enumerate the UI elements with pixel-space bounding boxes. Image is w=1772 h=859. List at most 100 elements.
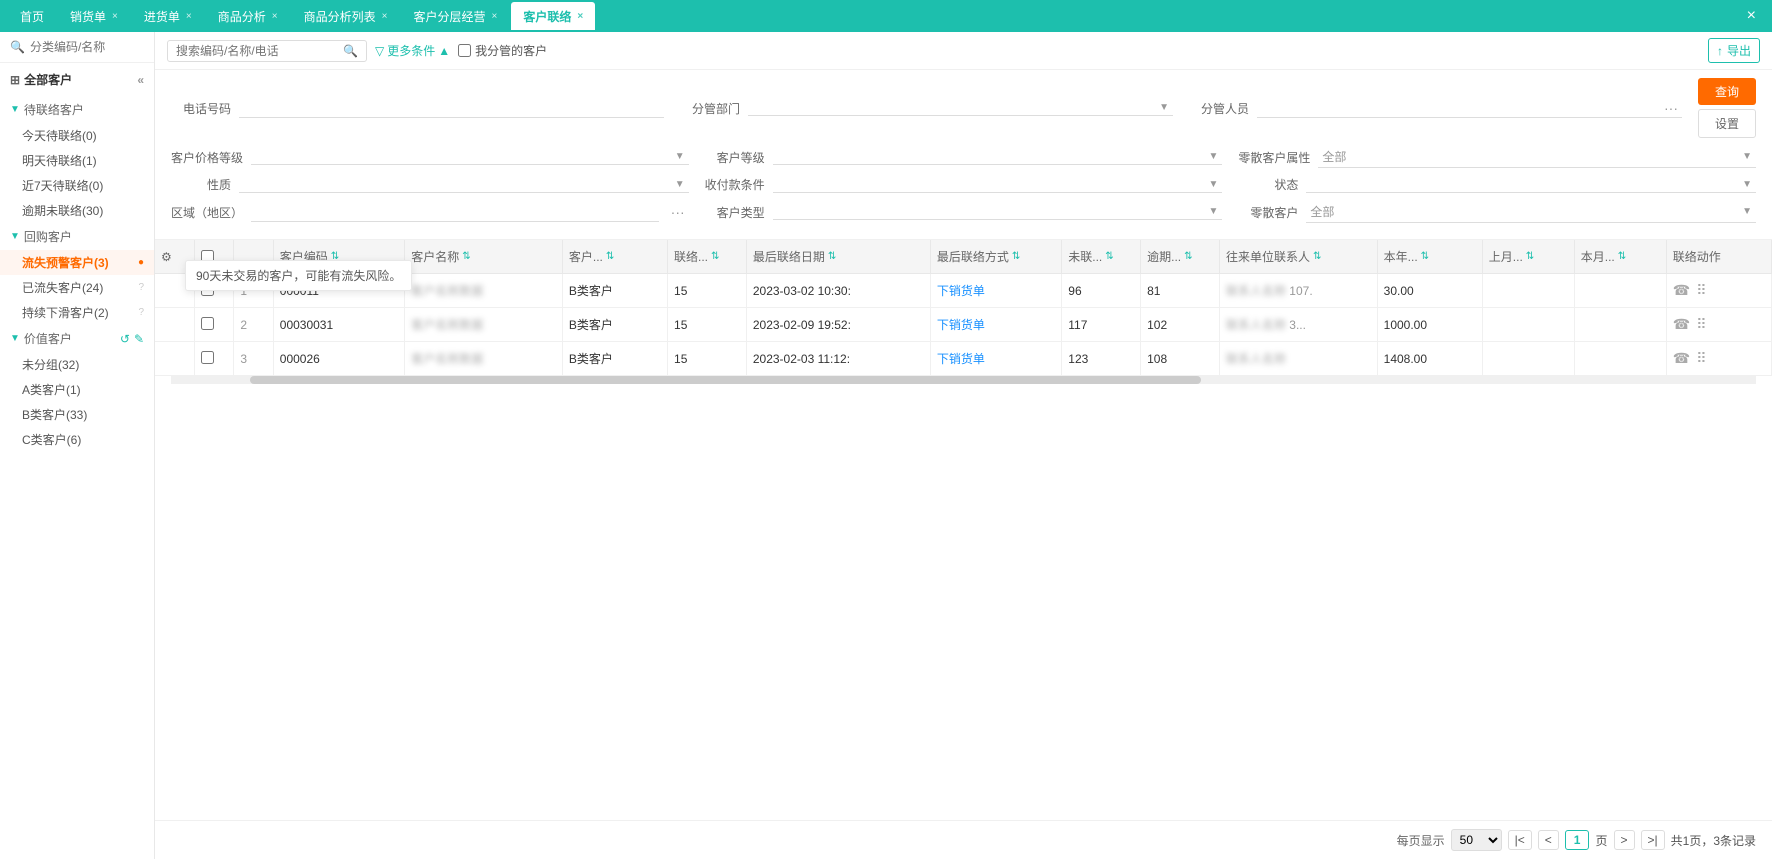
col-last-contact-method[interactable]: 最后联络方式⇅ <box>930 240 1061 274</box>
more-action-icon-2[interactable]: ⠿ <box>1696 350 1706 367</box>
my-customers-checkbox[interactable] <box>458 44 471 57</box>
contact-icon-2[interactable]: ☎ <box>1673 350 1690 367</box>
tab-product-list[interactable]: 商品分析列表 × <box>292 2 400 30</box>
sidebar-item-unclassified[interactable]: 未分组(32) <box>0 352 154 377</box>
sidebar: 🔍 ⊞ 全部客户 « ▼ 待联络客户 今天待联络(0) 明天待联络(1) 近7天… <box>0 32 155 859</box>
more-action-icon-0[interactable]: ⠿ <box>1696 282 1706 299</box>
tab-product-analysis-close[interactable]: × <box>272 11 278 22</box>
filter-more-btn[interactable]: ▽ 更多条件 ▲ <box>375 42 450 59</box>
tab-product-analysis[interactable]: 商品分析 × <box>206 2 290 30</box>
cell-checkbox-2[interactable] <box>194 342 233 376</box>
sidebar-item-lost[interactable]: 已流失客户(24) ? <box>0 275 154 300</box>
sidebar-group-pending[interactable]: ▼ 待联络客户 <box>0 96 154 123</box>
tab-customer-contact[interactable]: 客户联络 × <box>511 2 595 30</box>
row-checkbox-1[interactable] <box>201 317 214 330</box>
sidebar-item-week[interactable]: 近7天待联络(0) <box>0 173 154 198</box>
cell-action-0[interactable]: ☎ ⠿ <box>1666 274 1771 308</box>
contact-icon-1[interactable]: ☎ <box>1673 316 1690 333</box>
sidebar-search-input[interactable] <box>30 40 144 54</box>
col-contact[interactable]: 联络...⇅ <box>668 240 747 274</box>
page-prev-btn[interactable]: < <box>1538 830 1559 850</box>
page-last-btn[interactable]: >| <box>1641 830 1665 850</box>
cell-checkbox-1[interactable] <box>194 308 233 342</box>
sidebar-group-lost[interactable]: ▼ 回购客户 <box>0 223 154 250</box>
edit-icon[interactable]: ✎ <box>134 332 144 346</box>
tab-purchase-close[interactable]: × <box>186 11 192 22</box>
tab-home[interactable]: 首页 <box>8 2 56 30</box>
export-button[interactable]: ↑ 导出 <box>1708 38 1760 63</box>
col-this-month[interactable]: 本月...⇅ <box>1574 240 1666 274</box>
current-page-display: 1 <box>1565 830 1590 850</box>
cell-unit-contact-1: 联系人名称 3... <box>1219 308 1377 342</box>
filter-select-payment[interactable]: ▼ <box>773 177 1223 193</box>
tab-bar-close[interactable]: × <box>1739 7 1764 25</box>
more-icon-region[interactable]: ··· <box>667 204 689 220</box>
settings-button[interactable]: 设置 <box>1698 109 1756 138</box>
col-this-year[interactable]: 本年...⇅ <box>1377 240 1482 274</box>
sidebar-collapse-icon[interactable]: « <box>137 73 144 87</box>
tab-customer-contact-close[interactable]: × <box>577 11 583 22</box>
filter-select-nature[interactable]: ▼ <box>239 177 689 193</box>
col-name[interactable]: 客户名称⇅ <box>405 240 563 274</box>
cell-this-month-2 <box>1574 342 1666 376</box>
tab-sales-close[interactable]: × <box>112 11 118 22</box>
filter-input-phone[interactable] <box>239 99 664 118</box>
col-overdue[interactable]: 逾期...⇅ <box>1141 240 1220 274</box>
cell-method-1[interactable]: 下销货单 <box>930 308 1061 342</box>
col-unit-contact[interactable]: 往来单位联系人⇅ <box>1219 240 1377 274</box>
filter-select-retail-customer[interactable]: 全部 ▼ <box>1306 201 1756 223</box>
filter-search-input[interactable] <box>176 44 343 58</box>
filter-select-customer-level[interactable]: ▼ <box>773 149 1223 165</box>
filter-input-region[interactable] <box>251 203 659 222</box>
filter-select-retail-attr[interactable]: 全部 ▼ <box>1318 146 1756 168</box>
more-action-icon-1[interactable]: ⠿ <box>1696 316 1706 333</box>
tab-customer-tier[interactable]: 客户分层经营 × <box>401 2 509 30</box>
page-size-select[interactable]: 50 20 100 <box>1451 829 1502 851</box>
sidebar-item-class-a[interactable]: A类客户(1) <box>0 377 154 402</box>
cell-action-2[interactable]: ☎ ⠿ <box>1666 342 1771 376</box>
contact-method-link-2[interactable]: 下销货单 <box>937 352 985 366</box>
filter-label-region: 区域（地区） <box>171 204 243 221</box>
row-checkbox-2[interactable] <box>201 351 214 364</box>
tab-customer-tier-close[interactable]: × <box>491 11 497 22</box>
horizontal-scrollbar[interactable] <box>171 376 1756 384</box>
tab-purchase[interactable]: 进货单 × <box>132 2 204 30</box>
refresh-icon[interactable]: ↺ <box>120 332 130 346</box>
filter-select-status[interactable]: ▼ <box>1306 177 1756 193</box>
data-table-container: ⚙ 客户编码⇅ 客户名称⇅ 客户...⇅ <box>155 240 1772 820</box>
sidebar-item-class-c[interactable]: C类客户(6) <box>0 427 154 452</box>
tab-product-list-close[interactable]: × <box>382 11 388 22</box>
col-uncontacted[interactable]: 未联...⇅ <box>1062 240 1141 274</box>
cell-method-0[interactable]: 下销货单 <box>930 274 1061 308</box>
contact-method-link-0[interactable]: 下销货单 <box>937 284 985 298</box>
col-type[interactable]: 客户...⇅ <box>562 240 667 274</box>
col-last-contact-date[interactable]: 最后联络日期⇅ <box>746 240 930 274</box>
horizontal-scrollbar-thumb[interactable] <box>250 376 1201 384</box>
page-next-btn[interactable]: > <box>1614 830 1635 850</box>
col-last-month[interactable]: 上月...⇅ <box>1482 240 1574 274</box>
tab-sales[interactable]: 销货单 × <box>58 2 130 30</box>
cell-method-2[interactable]: 下销货单 <box>930 342 1061 376</box>
sidebar-item-overdue[interactable]: 逾期未联络(30) <box>0 198 154 223</box>
cell-action-1[interactable]: ☎ ⠿ <box>1666 308 1771 342</box>
sidebar-all-customers[interactable]: ⊞ 全部客户 « <box>0 63 154 96</box>
sidebar-item-lost-warning[interactable]: 流失预警客户(3) ● <box>0 250 154 275</box>
contact-icon-0[interactable]: ☎ <box>1673 282 1690 299</box>
sidebar-item-declining[interactable]: 持续下滑客户(2) ? <box>0 300 154 325</box>
sidebar-item-class-b[interactable]: B类客户(33) <box>0 402 154 427</box>
filter-select-customer-type[interactable]: ▼ <box>773 204 1223 220</box>
sidebar-item-today[interactable]: 今天待联络(0) <box>0 123 154 148</box>
filter-select-department[interactable]: ▼ <box>748 100 1173 116</box>
sidebar-item-tomorrow[interactable]: 明天待联络(1) <box>0 148 154 173</box>
page-first-btn[interactable]: |< <box>1508 830 1532 850</box>
filter-search-button[interactable]: 🔍 <box>343 44 358 58</box>
filter-select-price-level[interactable]: ▼ <box>251 149 689 165</box>
more-icon-manager[interactable]: ··· <box>1660 100 1682 116</box>
cell-contact-2: 15 <box>668 342 747 376</box>
filter-my-customers[interactable]: 我分管的客户 <box>458 42 547 59</box>
filter-row-2: 客户价格等级 ▼ 客户等级 ▼ 零散客户属性 全部 <box>171 146 1756 168</box>
filter-input-manager[interactable] <box>1257 99 1682 118</box>
contact-method-link-1[interactable]: 下销货单 <box>937 318 985 332</box>
query-button[interactable]: 查询 <box>1698 78 1756 105</box>
sidebar-group-value[interactable]: ▼ 价值客户 ↺ ✎ <box>0 325 154 352</box>
